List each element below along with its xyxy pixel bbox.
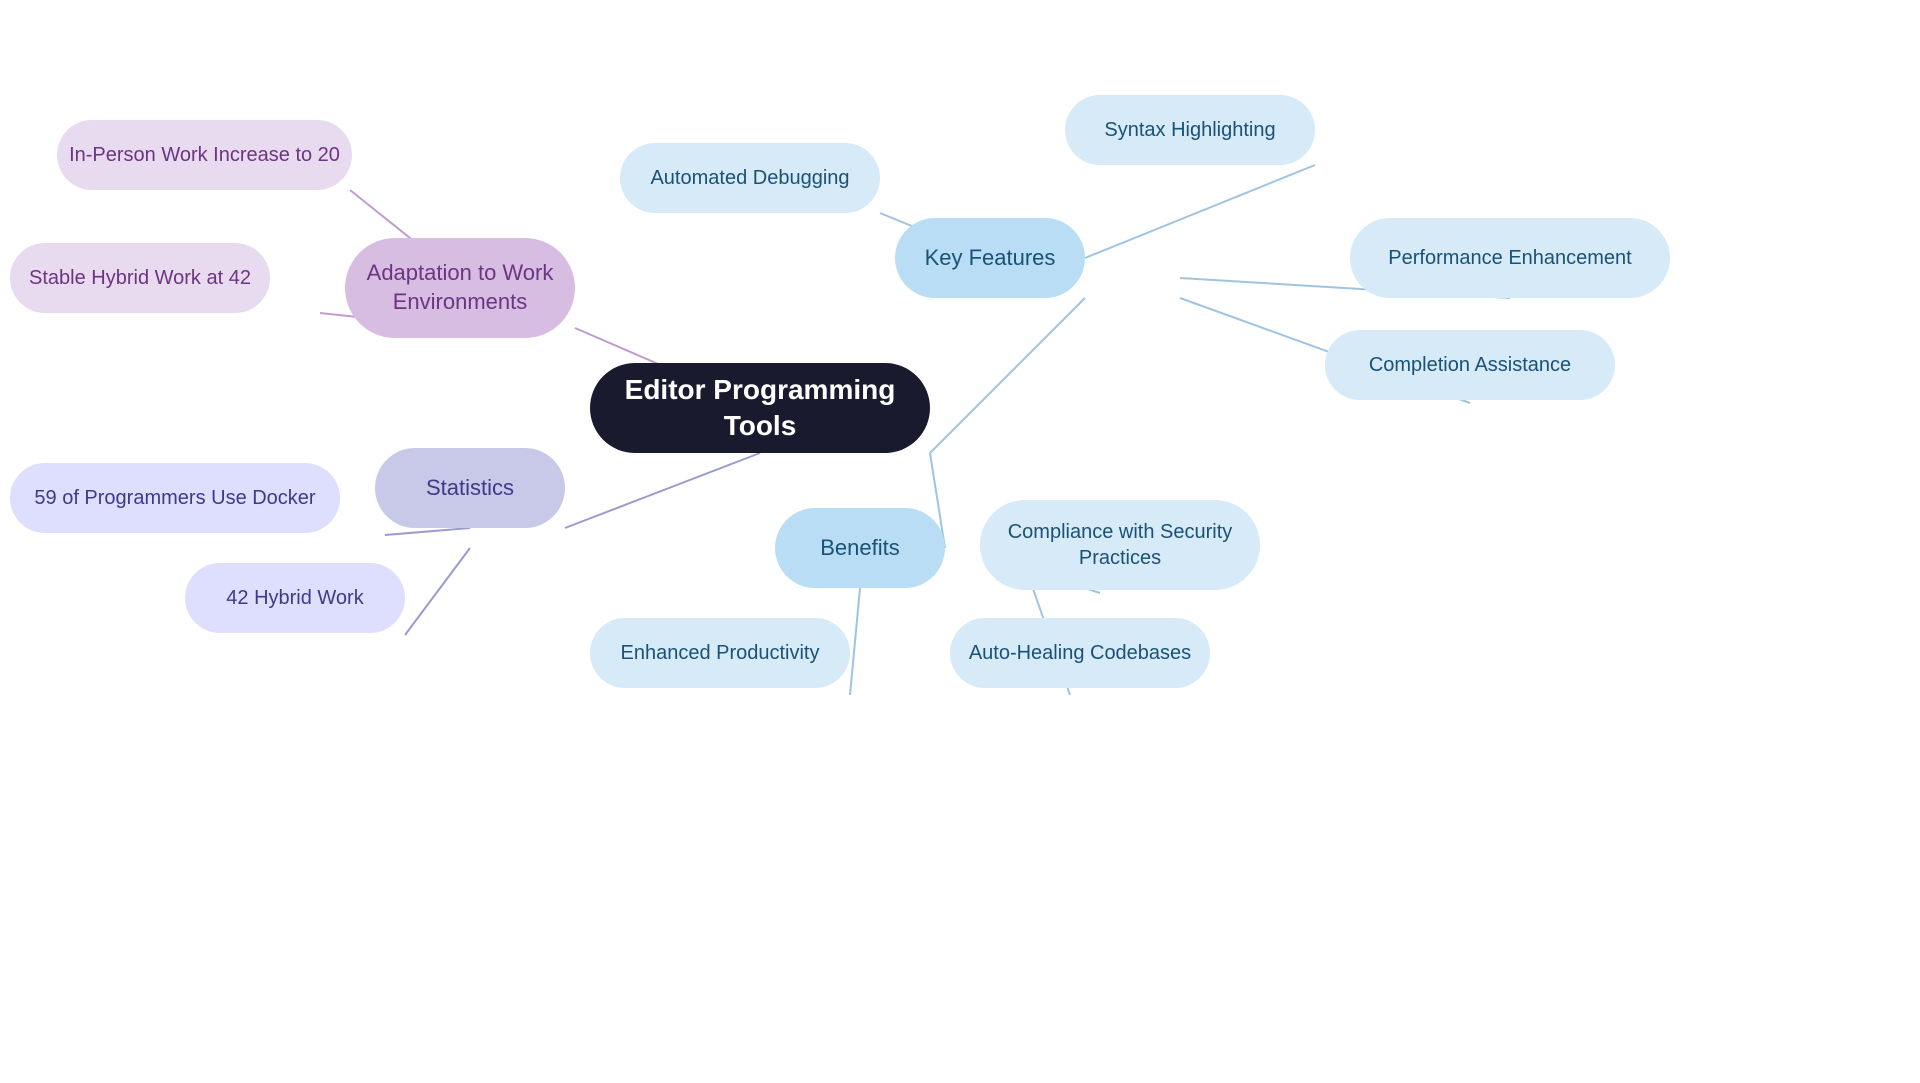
stable-hybrid-node: Stable Hybrid Work at 42 (10, 243, 270, 313)
enhanced-productivity-node: Enhanced Productivity (590, 618, 850, 688)
benefits-node: Benefits (775, 508, 945, 588)
center-node: Editor Programming Tools (590, 363, 930, 453)
syntax-highlighting-node: Syntax Highlighting (1065, 95, 1315, 165)
hybrid-work-node: 42 Hybrid Work (185, 563, 405, 633)
statistics-node: Statistics (375, 448, 565, 528)
inperson-work-node: In-Person Work Increase to 20 (57, 120, 352, 190)
completion-assistance-node: Completion Assistance (1325, 330, 1615, 400)
adaptation-node: Adaptation to Work Environments (345, 238, 575, 338)
automated-debugging-node: Automated Debugging (620, 143, 880, 213)
performance-enhancement-node: Performance Enhancement (1350, 218, 1670, 298)
docker-programmers-node: 59 of Programmers Use Docker (10, 463, 340, 533)
compliance-security-node: Compliance with Security Practices (980, 500, 1260, 590)
key-features-node: Key Features (895, 218, 1085, 298)
auto-healing-node: Auto-Healing Codebases (950, 618, 1210, 688)
